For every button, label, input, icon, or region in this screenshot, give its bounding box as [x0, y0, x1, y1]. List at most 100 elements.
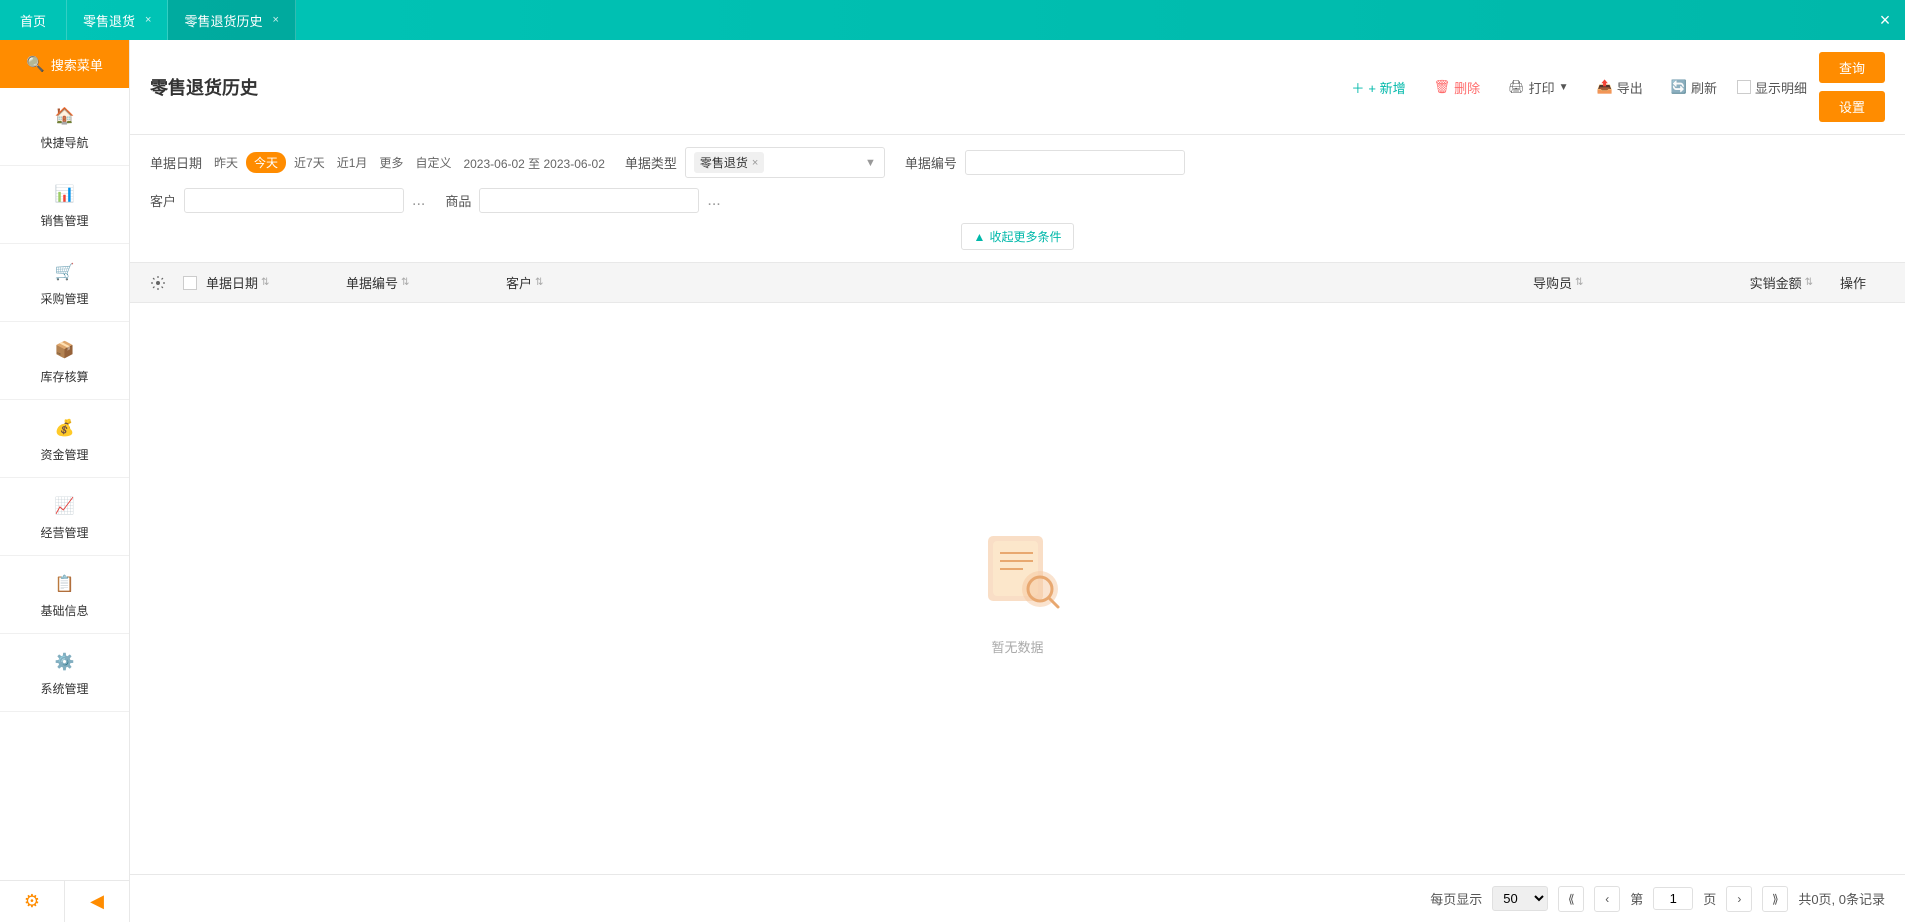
- finance-icon: 💰: [51, 414, 79, 442]
- top-bar: 首页 零售退货 × 零售退货历史 × ×: [0, 0, 1905, 40]
- sidebar-item-purchase-label: 采购管理: [40, 290, 88, 307]
- sidebar-nav: 🏠 快捷导航 📊 销售管理 🛒 采购管理 📦 库存核算 💰 资金管理 📈: [0, 88, 129, 880]
- page-last-button[interactable]: ⟫: [1762, 886, 1788, 912]
- sidebar-item-quick-nav-label: 快捷导航: [40, 134, 88, 151]
- sidebar-item-inventory-label: 库存核算: [40, 368, 88, 385]
- new-label: + 新增: [1368, 78, 1405, 97]
- page-next-button[interactable]: ›: [1726, 886, 1752, 912]
- page-size-select[interactable]: 10 20 50 100: [1492, 886, 1548, 911]
- date-custom-btn[interactable]: 自定义: [411, 152, 455, 173]
- delete-button[interactable]: 🗑 删除: [1426, 74, 1489, 101]
- page-chapter-label: 第: [1630, 889, 1643, 908]
- th-checkbox[interactable]: [174, 276, 206, 290]
- th-num[interactable]: 单据编号 ⇅: [346, 273, 506, 292]
- tab-retail-return-close[interactable]: ×: [145, 14, 151, 26]
- customer-dots[interactable]: ...: [412, 192, 425, 210]
- th-ops-label: 操作: [1840, 273, 1866, 292]
- voucher-num-input[interactable]: [965, 150, 1185, 175]
- th-customer[interactable]: 客户 ⇅: [506, 273, 1533, 292]
- type-filter-label: 单据类型: [625, 153, 677, 172]
- date-more-btn[interactable]: 更多: [375, 152, 407, 173]
- voucher-filter-group: 单据编号: [905, 150, 1185, 175]
- tab-retail-return-history[interactable]: 零售退货历史 ×: [168, 0, 295, 40]
- sidebar-item-finance[interactable]: 💰 资金管理: [0, 400, 129, 478]
- sidebar-item-purchase-mgmt[interactable]: 🛒 采购管理: [0, 244, 129, 322]
- delete-icon: 🗑: [1434, 79, 1451, 95]
- export-icon: 📤: [1597, 79, 1613, 95]
- print-button[interactable]: 🖨 打印 ▼: [1500, 74, 1576, 101]
- tab-retail-return-history-close[interactable]: ×: [272, 14, 278, 26]
- refresh-button[interactable]: 🔄 刷新: [1663, 74, 1725, 101]
- date-today-btn[interactable]: 今天: [246, 152, 286, 173]
- date-range-display: 2023-06-02 至 2023-06-02: [463, 155, 604, 172]
- customer-filter-label: 客户: [150, 191, 176, 210]
- delete-label: 删除: [1454, 78, 1480, 97]
- table-header-row: 单据日期 ⇅ 单据编号 ⇅ 客户 ⇅ 导购员 ⇅ 实销金额 ⇅: [130, 263, 1905, 303]
- display-checkbox[interactable]: [1737, 80, 1751, 94]
- table-container: 单据日期 ⇅ 单据编号 ⇅ 客户 ⇅ 导购员 ⇅ 实销金额 ⇅: [130, 263, 1905, 874]
- collapse-label: 收起更多条件: [989, 228, 1061, 245]
- tab-home[interactable]: 首页: [0, 0, 67, 40]
- collapse-bottom-btn[interactable]: ◀: [65, 881, 129, 922]
- window-close-button[interactable]: ×: [1865, 0, 1905, 40]
- new-icon: ＋: [1351, 78, 1364, 97]
- content-area: 零售退货历史 ＋ + 新增 🗑 删除 🖨 打印 ▼ 📤 导出: [130, 40, 1905, 922]
- filter-area: 单据日期 昨天 今天 近7天 近1月 更多 自定义 2023-06-02 至 2…: [130, 135, 1905, 263]
- date-yesterday-btn[interactable]: 昨天: [210, 152, 242, 173]
- basic-info-icon: 📋: [51, 570, 79, 598]
- sidebar: 🔍 搜索菜单 🏠 快捷导航 📊 销售管理 🛒 采购管理 📦 库存核算 💰: [0, 40, 130, 922]
- sidebar-item-sales-mgmt[interactable]: 📊 销售管理: [0, 166, 129, 244]
- page-first-button[interactable]: ⟪: [1558, 886, 1584, 912]
- th-date-label: 单据日期: [206, 273, 258, 292]
- sidebar-item-basic-info-label: 基础信息: [40, 602, 88, 619]
- voucher-filter-label: 单据编号: [905, 153, 957, 172]
- collapse-row: ▲ 收起更多条件: [150, 223, 1885, 250]
- quick-nav-icon: 🏠: [51, 102, 79, 130]
- sidebar-search-label: 搜索菜单: [51, 55, 103, 74]
- type-tag-close[interactable]: ×: [752, 157, 758, 169]
- type-filter-select[interactable]: 零售退货 × ▼: [685, 147, 885, 178]
- th-guide[interactable]: 导购员 ⇅: [1533, 273, 1693, 292]
- query-button[interactable]: 查询: [1819, 52, 1885, 83]
- th-guide-label: 导购员: [1533, 273, 1572, 292]
- header-checkbox[interactable]: [183, 276, 197, 290]
- sidebar-item-sales-label: 销售管理: [40, 212, 88, 229]
- type-tag-label: 零售退货: [700, 154, 748, 171]
- sidebar-item-business-label: 经营管理: [40, 524, 88, 541]
- settings-button[interactable]: 设置: [1819, 91, 1885, 122]
- sidebar-item-business[interactable]: 📈 经营管理: [0, 478, 129, 556]
- product-dots[interactable]: ...: [707, 192, 720, 210]
- page-number-input[interactable]: [1653, 887, 1693, 910]
- sidebar-search[interactable]: 🔍 搜索菜单: [0, 40, 129, 88]
- display-label: 显示明细: [1755, 78, 1807, 97]
- total-label: 共0页, 0条记录: [1798, 889, 1885, 908]
- date-filter-label: 单据日期: [150, 153, 202, 172]
- th-amount[interactable]: 实销金额 ⇅: [1693, 273, 1813, 292]
- sidebar-item-quick-nav[interactable]: 🏠 快捷导航: [0, 88, 129, 166]
- th-customer-label: 客户: [506, 273, 532, 292]
- sidebar-item-basic-info[interactable]: 📋 基础信息: [0, 556, 129, 634]
- th-num-sort-icon: ⇅: [401, 277, 409, 288]
- customer-input[interactable]: [184, 188, 404, 213]
- date-1month-btn[interactable]: 近1月: [333, 152, 372, 173]
- th-date[interactable]: 单据日期 ⇅: [206, 273, 346, 292]
- page-title: 零售退货历史: [150, 74, 258, 100]
- collapse-button[interactable]: ▲ 收起更多条件: [961, 223, 1075, 250]
- page-prev-button[interactable]: ‹: [1594, 886, 1620, 912]
- purchase-icon: 🛒: [51, 258, 79, 286]
- print-label: 打印: [1529, 78, 1555, 97]
- export-button[interactable]: 📤 导出: [1589, 74, 1651, 101]
- th-settings[interactable]: [142, 275, 174, 291]
- display-toggle[interactable]: 显示明细: [1737, 78, 1807, 97]
- sidebar-item-system-mgmt[interactable]: ⚙️ 系统管理: [0, 634, 129, 712]
- tab-retail-return[interactable]: 零售退货 ×: [67, 0, 168, 40]
- pagination-bar: 每页显示 10 20 50 100 ⟪ ‹ 第 页 › ⟫ 共0页, 0条记录: [130, 874, 1905, 922]
- header-actions: ＋ + 新增 🗑 删除 🖨 打印 ▼ 📤 导出 🔄: [1343, 52, 1885, 122]
- date-7days-btn[interactable]: 近7天: [290, 152, 329, 173]
- new-button[interactable]: ＋ + 新增: [1343, 74, 1413, 101]
- filter-row-1: 单据日期 昨天 今天 近7天 近1月 更多 自定义 2023-06-02 至 2…: [150, 147, 1885, 178]
- sidebar-item-inventory[interactable]: 📦 库存核算: [0, 322, 129, 400]
- date-filter-btns: 昨天 今天 近7天 近1月 更多 自定义: [210, 152, 455, 173]
- settings-bottom-btn[interactable]: ⚙: [0, 881, 65, 922]
- product-input[interactable]: [479, 188, 699, 213]
